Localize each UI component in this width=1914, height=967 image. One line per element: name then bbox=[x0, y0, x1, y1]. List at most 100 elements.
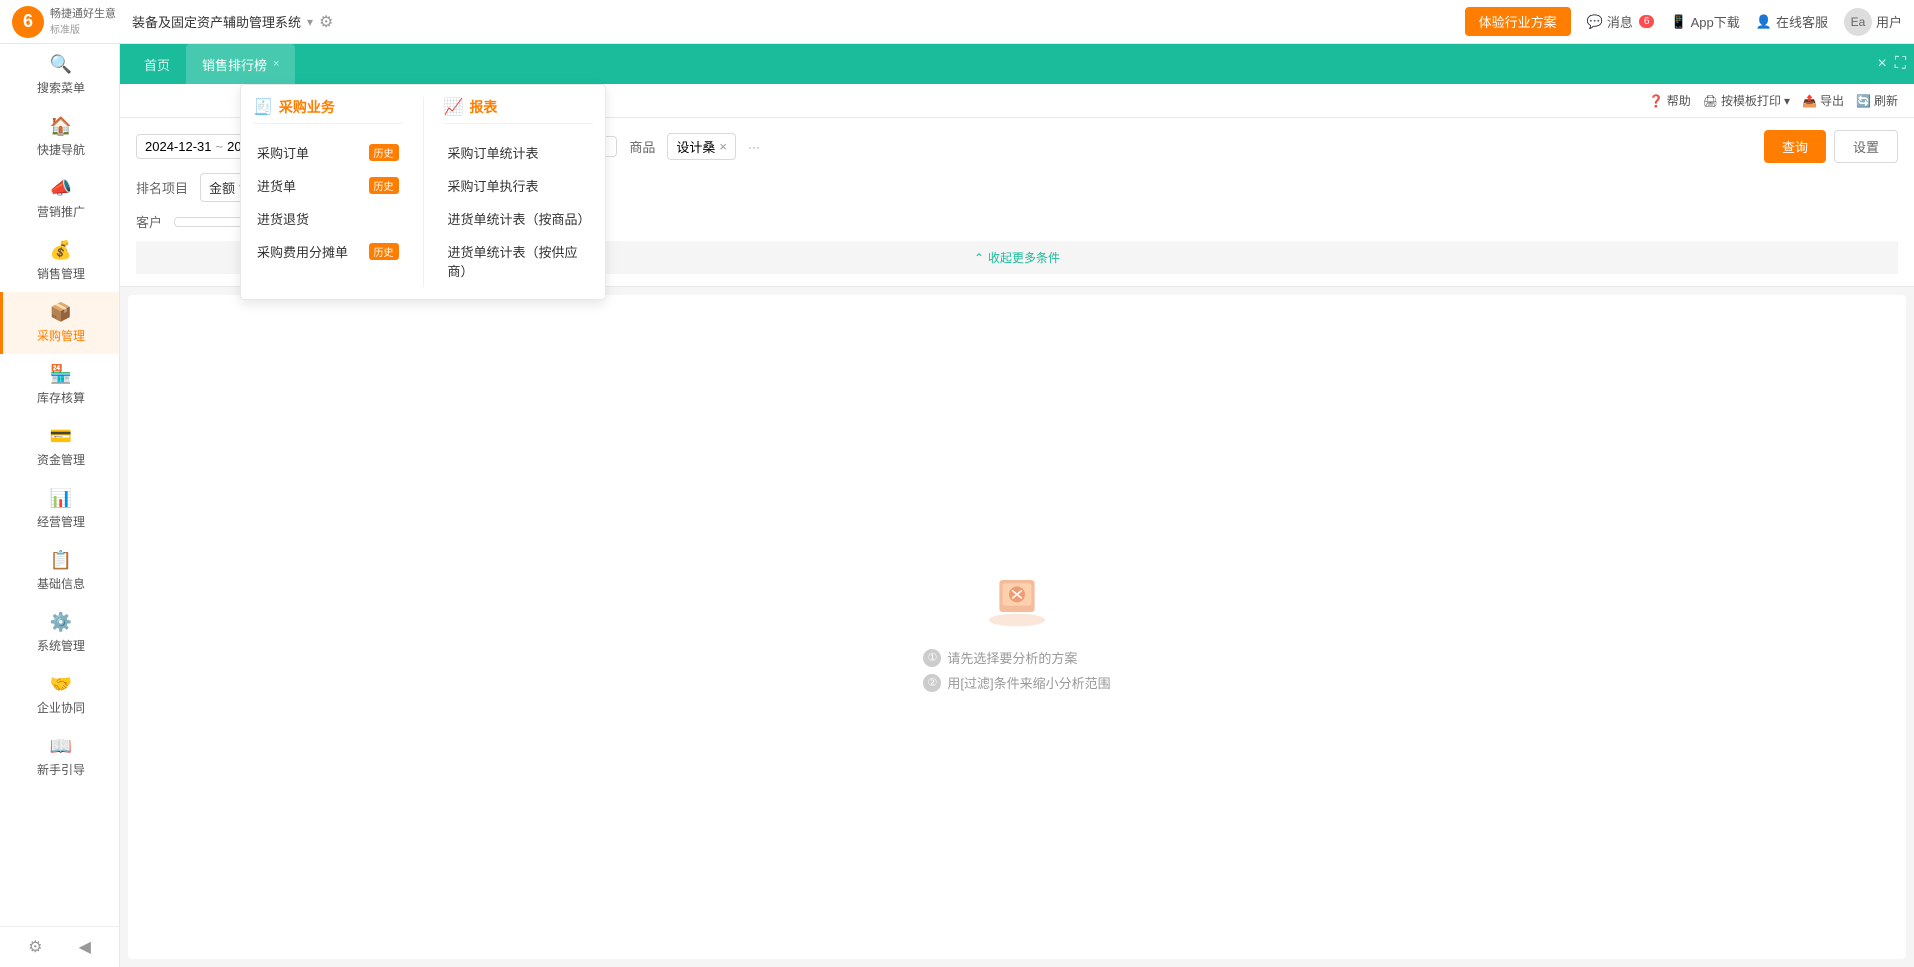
purchase-expense-history-badge: 历史 bbox=[369, 243, 399, 260]
empty-tip-2: ② 用[过滤]条件来缩小分析范围 bbox=[923, 673, 1110, 692]
operations-icon: 📊 bbox=[50, 488, 72, 509]
dropdown-divider bbox=[423, 97, 424, 287]
purchase-expense-label: 采购费用分摊单 bbox=[257, 242, 348, 261]
online-service-label: 在线客服 bbox=[1776, 12, 1828, 31]
industry-btn[interactable]: 体验行业方案 bbox=[1465, 7, 1571, 36]
sidebar-item-inventory[interactable]: 🏪 库存核算 bbox=[0, 354, 119, 416]
sidebar-item-sales[interactable]: 💰 销售管理 bbox=[0, 230, 119, 292]
system-title-dropdown-icon[interactable]: ▾ bbox=[307, 15, 313, 29]
refresh-label: 刷新 bbox=[1874, 92, 1898, 109]
tab-full-icon[interactable]: ⛶ bbox=[1895, 55, 1906, 73]
sidebar-item-newbie[interactable]: 📖 新手引导 bbox=[0, 726, 119, 788]
content-area: 首页 销售排行榜 × × ⛶ 🧾 采购业务 采购订单 历史 bbox=[120, 44, 1914, 967]
sidebar-item-operations[interactable]: 📊 经营管理 bbox=[0, 478, 119, 540]
sidebar-item-quick-nav[interactable]: 🏠 快捷导航 bbox=[0, 106, 119, 168]
dropdown-item-stock-in-stat-supplier[interactable]: 进货单统计表（按供应商） bbox=[444, 235, 594, 287]
dropdown-item-stock-in-stat-goods[interactable]: 进货单统计表（按商品） bbox=[444, 202, 594, 235]
ranking-value: 金额 bbox=[209, 178, 235, 197]
home-icon: 🏠 bbox=[50, 116, 72, 137]
settings-btn[interactable]: 设置 bbox=[1834, 130, 1898, 163]
purchase-order-label: 采购订单 bbox=[257, 143, 309, 162]
dropdown-item-purchase-order-stat[interactable]: 采购订单统计表 bbox=[444, 136, 594, 169]
sidebar-item-funds-label: 资金管理 bbox=[37, 451, 85, 468]
tip-text-2: 用[过滤]条件来缩小分析范围 bbox=[947, 673, 1110, 692]
sidebar-item-sales-label: 销售管理 bbox=[37, 265, 85, 282]
refresh-icon: 🔄 bbox=[1856, 94, 1871, 108]
purchase-order-exec-label: 采购订单执行表 bbox=[448, 176, 539, 195]
system-title-area: 装备及固定资产辅助管理系统 ▾ ⚙ bbox=[132, 12, 1465, 32]
system-icon: ⚙️ bbox=[50, 612, 72, 633]
tab-bar-right: × ⛶ bbox=[1877, 55, 1906, 73]
logo-icon: 6 bbox=[12, 6, 44, 38]
sidebar-item-purchase[interactable]: 📦 采购管理 bbox=[0, 292, 119, 354]
tab-home[interactable]: 首页 bbox=[128, 44, 186, 84]
dropdown-item-purchase-order-exec[interactable]: 采购订单执行表 bbox=[444, 169, 594, 202]
empty-tips: ① 请先选择要分析的方案 ② 用[过滤]条件来缩小分析范围 bbox=[923, 648, 1110, 698]
messages-badge: 6 bbox=[1639, 15, 1655, 28]
sidebar-settings-btn[interactable]: ⚙ bbox=[28, 937, 42, 957]
service-icon: 👤 bbox=[1756, 14, 1772, 30]
goods-filter-more[interactable]: ··· bbox=[748, 140, 760, 154]
avatar: Ea bbox=[1844, 8, 1872, 36]
sidebar-item-marketing[interactable]: 📣 营销推广 bbox=[0, 168, 119, 230]
purchase-order-stat-label: 采购订单统计表 bbox=[448, 143, 539, 162]
main-layout: 🔍 搜索菜单 🏠 快捷导航 📣 营销推广 💰 销售管理 📦 采购管理 🏪 库存核… bbox=[0, 44, 1914, 967]
tip-num-2: ② bbox=[923, 674, 941, 692]
print-icon: 🖨 bbox=[1703, 94, 1718, 108]
empty-illustration bbox=[977, 556, 1057, 636]
report-col-title-text: 报表 bbox=[469, 97, 497, 117]
logo-badge: 标准版 bbox=[50, 21, 116, 36]
date-sep: ~ bbox=[216, 139, 224, 154]
sidebar-item-funds[interactable]: 💳 资金管理 bbox=[0, 416, 119, 478]
template-print-btn[interactable]: 🖨 按模板打印 ▾ bbox=[1703, 92, 1790, 109]
dropdown-item-purchase-order[interactable]: 采购订单 历史 bbox=[253, 136, 403, 169]
tip-text-1: 请先选择要分析的方案 bbox=[947, 648, 1077, 667]
tab-bar: 首页 销售排行榜 × × ⛶ bbox=[120, 44, 1914, 84]
sidebar-item-basic-info[interactable]: 📋 基础信息 bbox=[0, 540, 119, 602]
tab-close-icon[interactable]: × bbox=[273, 58, 279, 70]
logo-text: 畅捷通好生意 bbox=[50, 7, 116, 21]
help-btn[interactable]: ❓ 帮助 bbox=[1649, 92, 1691, 109]
export-btn[interactable]: 📤 导出 bbox=[1802, 92, 1844, 109]
collapse-up-icon: ⌃ bbox=[974, 251, 984, 265]
purchase-order-history-badge: 历史 bbox=[369, 144, 399, 161]
sales-icon: 💰 bbox=[50, 240, 72, 261]
sidebar-item-system[interactable]: ⚙️ 系统管理 bbox=[0, 602, 119, 664]
sidebar-item-search[interactable]: 🔍 搜索菜单 bbox=[0, 44, 119, 106]
sidebar-footer: ⚙ ◀ bbox=[0, 926, 119, 967]
messages-btn[interactable]: 💬 消息 6 bbox=[1587, 12, 1655, 31]
basic-info-icon: 📋 bbox=[50, 550, 72, 571]
sidebar-item-newbie-label: 新手引导 bbox=[37, 761, 85, 778]
sidebar-item-enterprise[interactable]: 🤝 企业协同 bbox=[0, 664, 119, 726]
dropdown-item-purchase-expense[interactable]: 采购费用分摊单 历史 bbox=[253, 235, 403, 268]
sidebar-item-enterprise-label: 企业协同 bbox=[37, 699, 85, 716]
goods-tag-close-icon[interactable]: × bbox=[719, 139, 727, 154]
template-print-label: 按模板打印 bbox=[1721, 92, 1781, 109]
settings-icon[interactable]: ⚙ bbox=[319, 12, 333, 32]
purchase-icon: 📦 bbox=[50, 302, 72, 323]
export-label: 导出 bbox=[1820, 92, 1844, 109]
dropdown-item-stock-return[interactable]: 进货退货 bbox=[253, 202, 403, 235]
stock-return-label: 进货退货 bbox=[257, 209, 309, 228]
dropdown-item-stock-in[interactable]: 进货单 历史 bbox=[253, 169, 403, 202]
online-service-btn[interactable]: 👤 在线客服 bbox=[1756, 12, 1828, 31]
inventory-icon: 🏪 bbox=[50, 364, 72, 385]
tab-sales-rank[interactable]: 销售排行榜 × bbox=[186, 44, 295, 84]
empty-state: ① 请先选择要分析的方案 ② 用[过滤]条件来缩小分析范围 bbox=[128, 295, 1906, 959]
sidebar-item-basic-info-label: 基础信息 bbox=[37, 575, 85, 592]
goods-tag-value: 设计桑 bbox=[676, 137, 715, 156]
tab-window-close-icon[interactable]: × bbox=[1877, 55, 1886, 73]
report-col-icon: 📈 bbox=[444, 97, 464, 117]
query-btn[interactable]: 查询 bbox=[1764, 130, 1826, 163]
refresh-btn[interactable]: 🔄 刷新 bbox=[1856, 92, 1898, 109]
app-download-btn[interactable]: 📱 App下载 bbox=[1670, 12, 1739, 31]
funds-icon: 💳 bbox=[50, 426, 72, 447]
tip-num-1: ① bbox=[923, 649, 941, 667]
sidebar-item-purchase-label: 采购管理 bbox=[37, 327, 85, 344]
sidebar-collapse-btn[interactable]: ◀ bbox=[79, 937, 91, 957]
help-icon: ❓ bbox=[1649, 94, 1664, 108]
user-btn[interactable]: Ea 用户 bbox=[1844, 8, 1902, 36]
sidebar-item-system-label: 系统管理 bbox=[37, 637, 85, 654]
goods-tag-filter[interactable]: 设计桑 × bbox=[667, 133, 736, 160]
app-download-label: App下载 bbox=[1691, 12, 1740, 31]
